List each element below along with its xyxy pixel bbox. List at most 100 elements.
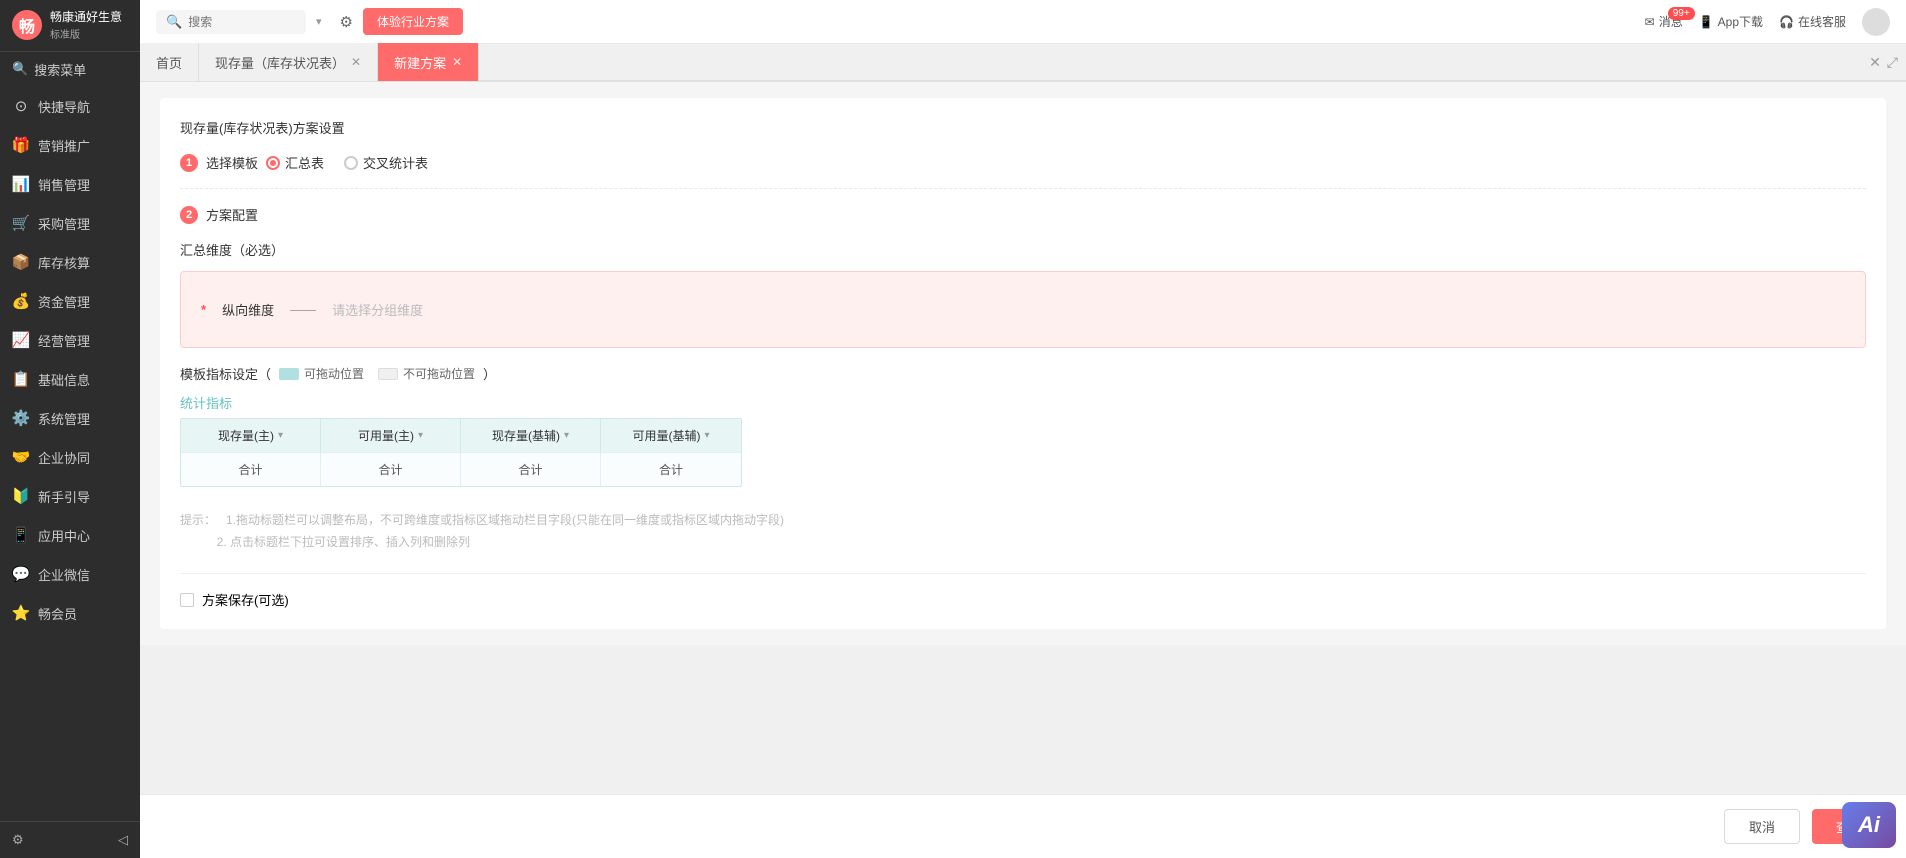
save-plan-label: 方案保存(可选) (202, 590, 289, 609)
topbar-left: 🔍 ▾ ⚙ 体验行业方案 (156, 8, 463, 35)
radio-cross-label: 交叉统计表 (363, 153, 428, 172)
tips-title: 提示： 1.拖动标题栏可以调整布局，不可跨维度或指标区域拖动栏目字段(只能在同一… (180, 510, 1866, 532)
sidebar-item-system[interactable]: ⚙️ 系统管理 (0, 399, 140, 438)
sidebar-item-label: 畅会员 (38, 604, 77, 623)
topbar: 🔍 ▾ ⚙ 体验行业方案 ✉ 消息 99+ 📱 App下载 🎧 在线客服 (140, 0, 1906, 44)
section2-title: 方案配置 (206, 205, 258, 224)
topbar-search-icon: 🔍 (166, 14, 182, 30)
radio-cross[interactable]: 交叉统计表 (344, 153, 428, 172)
sidebar-item-finance[interactable]: 💰 资金管理 (0, 282, 140, 321)
col-cell-2: 合计 (461, 453, 601, 486)
cooperation-icon: 🤝 (12, 448, 30, 466)
tab-home[interactable]: 首页 (140, 43, 199, 81)
col-header-2[interactable]: 现存量(基辅) ▾ (461, 419, 601, 452)
sidebar-item-cooperation[interactable]: 🤝 企业协同 (0, 438, 140, 477)
inventory-status-tab-close[interactable]: ✕ (351, 55, 361, 69)
app-edition: 标准版 (50, 26, 122, 41)
message-button[interactable]: ✉ 消息 99+ (1645, 13, 1683, 30)
indicator-legend: 可拖动位置 不可拖动位置 (279, 365, 475, 382)
online-service-button[interactable]: 🎧 在线客服 (1779, 13, 1846, 30)
app-name: 畅康通好生意 (50, 10, 122, 26)
legend-draggable-label: 可拖动位置 (304, 365, 364, 382)
app-download-label: App下载 (1718, 13, 1763, 30)
app-download-button[interactable]: 📱 App下载 (1699, 13, 1763, 30)
sidebar-item-app-center[interactable]: 📱 应用中心 (0, 516, 140, 555)
tips-box: 提示： 1.拖动标题栏可以调整布局，不可跨维度或指标区域拖动栏目字段(只能在同一… (180, 510, 1866, 553)
sidebar-item-marketing[interactable]: 🎁 营销推广 (0, 126, 140, 165)
col-header-3-chevron-icon[interactable]: ▾ (704, 430, 709, 441)
sidebar-collapse-icon[interactable]: ◁ (118, 832, 128, 848)
col-cell-3: 合计 (601, 453, 741, 486)
sidebar-item-membership[interactable]: ⭐ 畅会员 (0, 594, 140, 633)
service-icon: 🎧 (1779, 15, 1794, 29)
col-header-3[interactable]: 可用量(基辅) ▾ (601, 419, 741, 452)
sidebar-item-label: 基础信息 (38, 370, 90, 389)
message-badge: 99+ (1668, 7, 1695, 20)
sidebar-item-wechat[interactable]: 💬 企业微信 (0, 555, 140, 594)
system-icon: ⚙️ (12, 409, 30, 427)
sidebar-item-label: 采购管理 (38, 214, 90, 233)
sidebar-item-purchase[interactable]: 🛒 采购管理 (0, 204, 140, 243)
stats-table: 现存量(主) ▾ 可用量(主) ▾ 现存量(基辅) ▾ 可用量(基辅) (180, 418, 742, 487)
new-plan-tab-close[interactable]: ✕ (452, 55, 462, 69)
inventory-icon: 📦 (12, 253, 30, 271)
col-header-0[interactable]: 现存量(主) ▾ (181, 419, 321, 452)
dimension-placeholder: 请选择分组维度 (332, 300, 423, 319)
cancel-button[interactable]: 取消 (1724, 809, 1800, 844)
sidebar-item-inventory[interactable]: 📦 库存核算 (0, 243, 140, 282)
sidebar-item-quick-nav[interactable]: ⊙ 快捷导航 (0, 87, 140, 126)
content-footer: 取消 查询 (140, 794, 1906, 858)
message-icon: ✉ (1645, 15, 1655, 29)
indicator-label-close: ） (483, 364, 496, 383)
settings-card: 现存量(库存状况表)方案设置 1 选择模板 汇总表 交叉统计表 (160, 98, 1886, 629)
sidebar-item-sales[interactable]: 📊 销售管理 (0, 165, 140, 204)
tab-expand-icon[interactable]: ⤢ (1887, 54, 1898, 71)
dimension-dash: —— (290, 302, 316, 317)
radio-cross-circle[interactable] (344, 156, 358, 170)
radio-summary-circle[interactable] (266, 156, 280, 170)
col-header-0-chevron-icon[interactable]: ▾ (278, 430, 283, 441)
topbar-chevron-icon[interactable]: ▾ (316, 15, 322, 28)
topbar-gear-icon[interactable]: ⚙ (340, 13, 353, 31)
legend-draggable-color (279, 368, 299, 380)
app-center-icon: 📱 (12, 526, 30, 544)
tips-title-label: 提示： 1.拖动标题栏可以调整布局，不可跨维度或指标区域拖动栏目字段(只能在同一… (180, 513, 784, 527)
settings-icon[interactable]: ⚙ (12, 832, 24, 848)
sidebar-item-new-guide[interactable]: 🔰 新手引导 (0, 477, 140, 516)
required-star: * (201, 302, 206, 317)
trial-industry-button[interactable]: 体验行业方案 (363, 8, 463, 35)
template-radio-group: 汇总表 交叉统计表 (266, 153, 428, 172)
content-area: 现存量(库存状况表)方案设置 1 选择模板 汇总表 交叉统计表 (140, 82, 1906, 645)
tab-new-plan[interactable]: 新建方案 ✕ (378, 43, 479, 81)
tips-item-2: 2. 点击标题栏下拉可设置排序、插入列和删除列 (180, 532, 1866, 554)
user-avatar[interactable] (1862, 8, 1890, 36)
topbar-search-input[interactable] (188, 15, 288, 29)
radio-summary-label: 汇总表 (285, 153, 324, 172)
tab-inventory-status[interactable]: 现存量（库存状况表） ✕ (199, 43, 378, 81)
col-header-2-chevron-icon[interactable]: ▾ (564, 430, 569, 441)
stats-section-label: 统计指标 (180, 393, 1866, 412)
wechat-icon: 💬 (12, 565, 30, 583)
col-header-1[interactable]: 可用量(主) ▾ (321, 419, 461, 452)
sidebar-item-operations[interactable]: 📈 经营管理 (0, 321, 140, 360)
main-area: 🔍 ▾ ⚙ 体验行业方案 ✉ 消息 99+ 📱 App下载 🎧 在线客服 (140, 0, 1906, 858)
sidebar-item-basic-info[interactable]: 📋 基础信息 (0, 360, 140, 399)
tabbar: 首页 现存量（库存状况表） ✕ 新建方案 ✕ ✕ ⤢ (140, 44, 1906, 82)
sidebar-search[interactable]: 🔍 搜索菜单 (0, 52, 140, 87)
save-plan-row: 方案保存(可选) (180, 573, 1866, 609)
col-cell-3-label: 合计 (659, 461, 683, 478)
col-header-1-label: 可用量(主) (358, 427, 414, 444)
sidebar-item-label: 经营管理 (38, 331, 90, 350)
radio-summary[interactable]: 汇总表 (266, 153, 324, 172)
marketing-icon: 🎁 (12, 136, 30, 154)
home-tab-label: 首页 (156, 53, 182, 72)
sidebar-item-label: 企业协同 (38, 448, 90, 467)
dimension-box[interactable]: * 纵向维度 —— 请选择分组维度 (180, 271, 1866, 348)
col-header-1-chevron-icon[interactable]: ▾ (418, 430, 423, 441)
save-plan-checkbox[interactable] (180, 593, 194, 607)
col-cell-1: 合计 (321, 453, 461, 486)
ai-badge[interactable]: Ai (1842, 802, 1896, 848)
quick-nav-icon: ⊙ (12, 97, 30, 115)
tab-close-all-icon[interactable]: ✕ (1869, 54, 1881, 71)
topbar-search-box[interactable]: 🔍 (156, 10, 306, 34)
